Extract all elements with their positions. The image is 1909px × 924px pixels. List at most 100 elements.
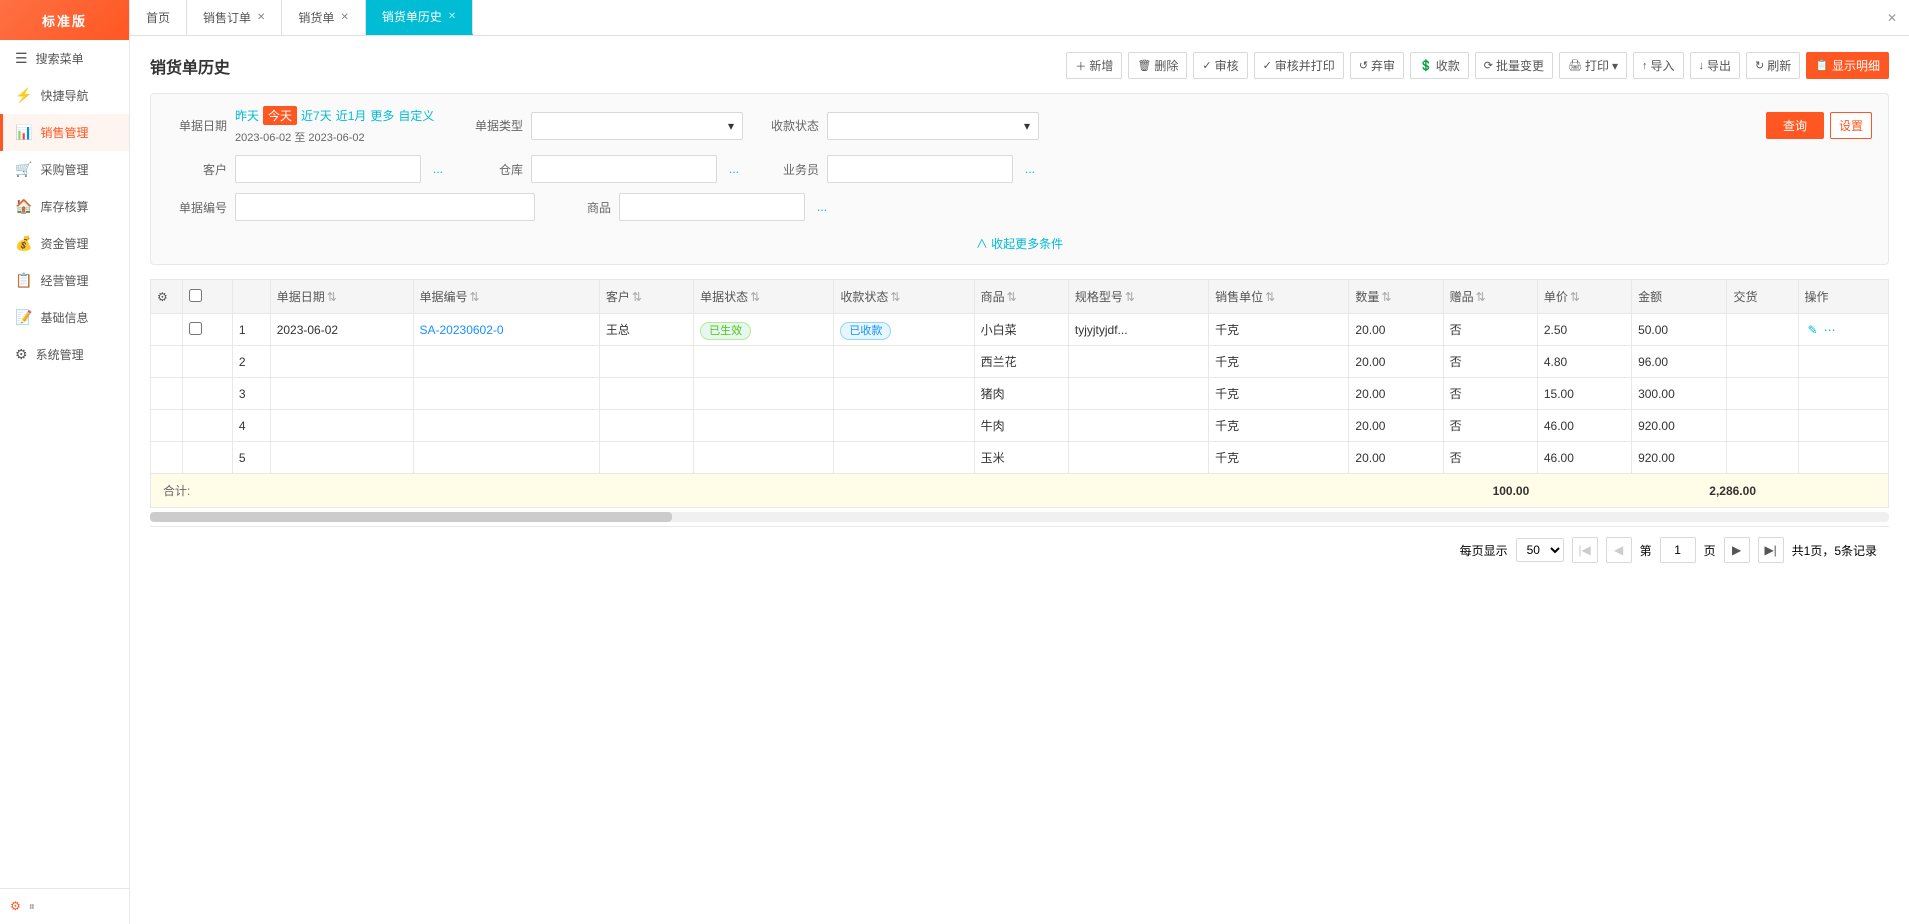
sidebar-item-quick-nav[interactable]: ⚡ 快捷导航 bbox=[0, 77, 129, 114]
cell-doc-no[interactable] bbox=[413, 442, 599, 474]
sidebar-item-basic-info[interactable]: 📝 基础信息 bbox=[0, 299, 129, 336]
customer-input[interactable] bbox=[235, 155, 421, 183]
col-goods[interactable]: 商品⇅ bbox=[974, 280, 1068, 314]
collapse-button[interactable]: ∧ 收起更多条件 bbox=[167, 231, 1872, 252]
last-page-button[interactable]: ▶| bbox=[1758, 537, 1784, 563]
warehouse-ellipsis[interactable]: ... bbox=[725, 162, 743, 176]
audit-button[interactable]: ✓ 审核 bbox=[1193, 52, 1247, 79]
col-checkbox[interactable] bbox=[183, 280, 233, 314]
export-icon: ↓ bbox=[1699, 60, 1705, 72]
date-shortcut-1month[interactable]: 近1月 bbox=[336, 107, 367, 124]
col-payment-status[interactable]: 收款状态⇅ bbox=[834, 280, 974, 314]
scrollbar-thumb[interactable] bbox=[150, 512, 672, 522]
sidebar-item-sales-mgmt[interactable]: 📊 销售管理 bbox=[0, 114, 129, 151]
tab-sales-history[interactable]: 销货单历史 ✕ bbox=[366, 0, 473, 35]
cell-checkbox[interactable] bbox=[183, 442, 233, 474]
sidebar-item-inventory[interactable]: 🏠 库存核算 bbox=[0, 188, 129, 225]
payment-status-dropdown-icon: ▾ bbox=[1024, 119, 1030, 133]
date-shortcut-more[interactable]: 更多 bbox=[370, 107, 394, 124]
col-unit-price[interactable]: 单价⇅ bbox=[1537, 280, 1631, 314]
cell-doc-date bbox=[270, 442, 413, 474]
next-page-button[interactable]: ▶ bbox=[1724, 537, 1750, 563]
sidebar-item-search-menu[interactable]: ☰ 搜索菜单 bbox=[0, 40, 129, 77]
tab-home[interactable]: 首页 bbox=[130, 0, 187, 35]
query-button[interactable]: 查询 bbox=[1766, 112, 1824, 139]
doc-no-input[interactable] bbox=[235, 193, 535, 221]
warehouse-input[interactable] bbox=[531, 155, 717, 183]
page-input[interactable] bbox=[1660, 537, 1696, 563]
collect-button[interactable]: 💲 收款 bbox=[1410, 52, 1469, 79]
col-unit[interactable]: 销售单位⇅ bbox=[1209, 280, 1349, 314]
table-footer: 合计: 100.00 2,286.00 bbox=[150, 474, 1889, 508]
date-shortcut-yesterday[interactable]: 昨天 bbox=[235, 107, 259, 124]
export-button[interactable]: ↓ 导出 bbox=[1690, 52, 1741, 79]
print-button[interactable]: 🖨 打印 ▾ bbox=[1559, 52, 1627, 79]
salesperson-ellipsis[interactable]: ... bbox=[1021, 162, 1039, 176]
page-label-2: 页 bbox=[1704, 542, 1716, 559]
tab-bar-close-all[interactable]: ✕ bbox=[1875, 11, 1909, 25]
cell-doc-no[interactable]: SA-20230602-0 bbox=[413, 314, 599, 346]
horizontal-scrollbar[interactable] bbox=[150, 512, 1889, 522]
col-gift[interactable]: 赠品⇅ bbox=[1443, 280, 1537, 314]
goods-ellipsis[interactable]: ... bbox=[813, 200, 831, 214]
first-page-button[interactable]: |◀ bbox=[1572, 537, 1598, 563]
col-customer[interactable]: 客户⇅ bbox=[599, 280, 693, 314]
col-doc-status[interactable]: 单据状态⇅ bbox=[694, 280, 834, 314]
sidebar-item-purchase-mgmt[interactable]: 🛒 采购管理 bbox=[0, 151, 129, 188]
payment-status-select[interactable]: ▾ bbox=[827, 112, 1039, 140]
cell-doc-date bbox=[270, 410, 413, 442]
cell-trade bbox=[1727, 378, 1798, 410]
show-detail-button[interactable]: 📋 显示明细 bbox=[1806, 52, 1889, 79]
col-settings[interactable]: ⚙ bbox=[151, 280, 183, 314]
delete-button[interactable]: 🗑 删除 bbox=[1128, 52, 1187, 79]
cell-doc-no[interactable] bbox=[413, 410, 599, 442]
row-checkbox[interactable] bbox=[189, 322, 202, 335]
col-doc-date[interactable]: 单据日期⇅ bbox=[270, 280, 413, 314]
col-quantity[interactable]: 数量⇅ bbox=[1349, 280, 1443, 314]
prev-page-button[interactable]: ◀ bbox=[1606, 537, 1632, 563]
col-spec[interactable]: 规格型号⇅ bbox=[1068, 280, 1208, 314]
new-button[interactable]: ＋ 新增 bbox=[1066, 52, 1122, 79]
audit-print-button[interactable]: ✓ 审核并打印 bbox=[1254, 52, 1344, 79]
cell-checkbox[interactable] bbox=[183, 410, 233, 442]
import-button[interactable]: ↑ 导入 bbox=[1633, 52, 1684, 79]
cell-row-no: 4 bbox=[232, 410, 270, 442]
finance-mgmt-icon: 💰 bbox=[15, 235, 32, 252]
doc-type-select[interactable]: ▾ bbox=[531, 112, 743, 140]
tab-sales-order[interactable]: 销售订单 ✕ bbox=[187, 0, 282, 35]
refresh-button[interactable]: ↻ 刷新 bbox=[1746, 52, 1800, 79]
sidebar-item-sys-mgmt[interactable]: ⚙ 系统管理 bbox=[0, 336, 129, 373]
salesperson-input[interactable] bbox=[827, 155, 1013, 183]
abandon-button[interactable]: ↺ 弃审 bbox=[1350, 52, 1404, 79]
cell-checkbox[interactable] bbox=[183, 346, 233, 378]
batch-change-button[interactable]: ⟳ 批量变更 bbox=[1475, 52, 1553, 79]
cell-doc-no[interactable] bbox=[413, 378, 599, 410]
date-shortcut-today[interactable]: 今天 bbox=[263, 106, 297, 125]
date-shortcut-7days[interactable]: 近7天 bbox=[301, 107, 332, 124]
col-doc-no[interactable]: 单据编号⇅ bbox=[413, 280, 599, 314]
cell-goods: 猪肉 bbox=[974, 378, 1068, 410]
sidebar-collapse-icon[interactable]: ⏸ bbox=[29, 899, 35, 914]
tab-sales-goods-close[interactable]: ✕ bbox=[340, 12, 348, 23]
basic-info-icon: 📝 bbox=[15, 309, 32, 326]
date-shortcut-custom[interactable]: 自定义 bbox=[398, 107, 434, 124]
edit-action[interactable]: ✎ bbox=[1805, 323, 1821, 337]
sidebar-item-finance-mgmt[interactable]: 💰 资金管理 bbox=[0, 225, 129, 262]
customer-ellipsis[interactable]: ... bbox=[429, 162, 447, 176]
settings-filter-button[interactable]: 设置 bbox=[1830, 112, 1872, 139]
tab-sales-order-close[interactable]: ✕ bbox=[257, 12, 265, 23]
cell-trade bbox=[1727, 410, 1798, 442]
cell-goods: 西兰花 bbox=[974, 346, 1068, 378]
cell-checkbox[interactable] bbox=[183, 378, 233, 410]
cell-doc-no[interactable] bbox=[413, 346, 599, 378]
select-all-checkbox[interactable] bbox=[189, 289, 202, 302]
cell-doc-status: 已生效 bbox=[694, 314, 834, 346]
more-action[interactable]: ⋯ bbox=[1821, 323, 1839, 337]
sidebar-settings-icon[interactable]: ⚙ bbox=[10, 899, 21, 914]
tab-sales-goods[interactable]: 销货单 ✕ bbox=[282, 0, 365, 35]
cell-checkbox[interactable] bbox=[183, 314, 233, 346]
goods-input[interactable] bbox=[619, 193, 805, 221]
page-size-select[interactable]: 50 bbox=[1516, 538, 1564, 562]
tab-sales-history-close[interactable]: ✕ bbox=[448, 11, 456, 22]
sidebar-item-ops-mgmt[interactable]: 📋 经营管理 bbox=[0, 262, 129, 299]
